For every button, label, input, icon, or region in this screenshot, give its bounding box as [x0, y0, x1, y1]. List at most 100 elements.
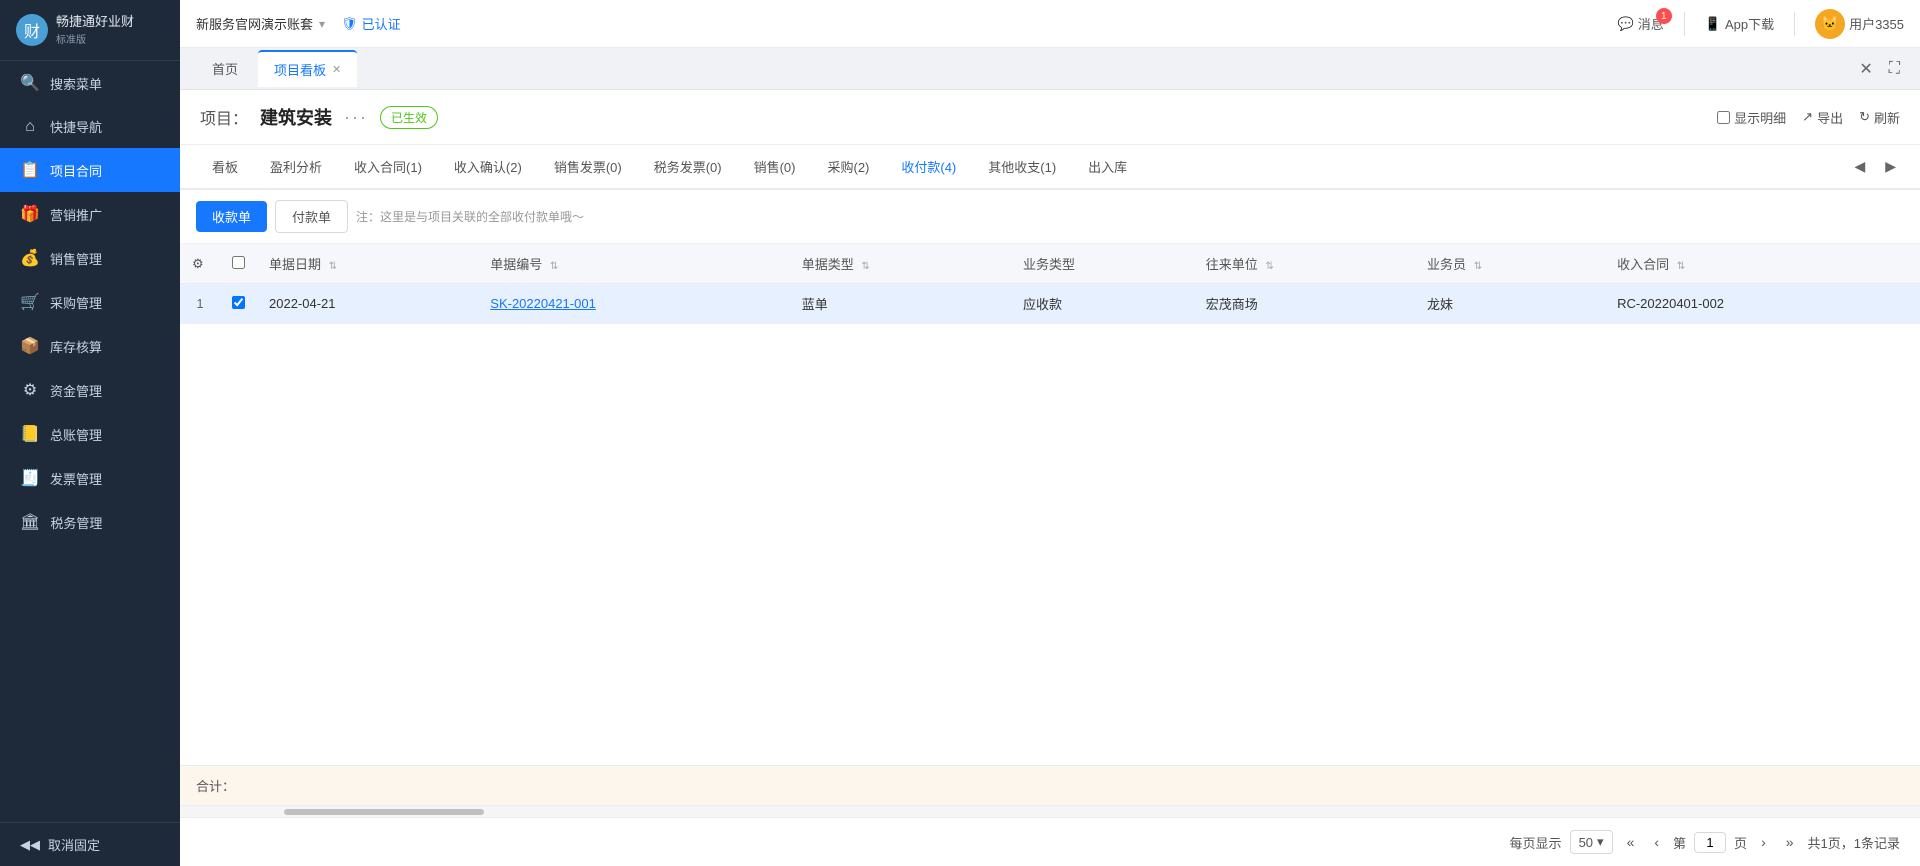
sub-tab-receipts[interactable]: 收付款(4)	[885, 145, 972, 190]
biz-type-header: 业务类型	[1011, 244, 1194, 284]
purchase-mgmt-icon: 🛒	[20, 292, 40, 312]
sales-mgmt-icon: 💰	[20, 248, 40, 268]
payments-button[interactable]: 付款单	[275, 200, 348, 233]
page-label: 第	[1673, 833, 1686, 852]
project-prefix: 项目：	[200, 105, 248, 129]
user-avatar: 🐱	[1815, 9, 1845, 39]
sidebar-item-fund-mgmt[interactable]: ⚙资金管理	[0, 368, 180, 412]
unpin-icon: ◀◀	[20, 837, 40, 853]
sidebar-item-ledger[interactable]: 📒总账管理	[0, 412, 180, 456]
sidebar-item-inventory[interactable]: 📦库存核算	[0, 324, 180, 368]
show-detail-checkbox[interactable]: 显示明细	[1717, 108, 1786, 127]
export-icon: ↗	[1802, 109, 1813, 125]
per-page-select[interactable]: 50 ▾	[1570, 830, 1613, 854]
fund-mgmt-icon: ⚙	[20, 380, 40, 400]
sub-tab-kanban[interactable]: 看板	[196, 145, 254, 190]
partner-header: 往来单位 ⇅	[1194, 244, 1415, 284]
shield-icon: 🛡	[341, 16, 358, 32]
number-sort-icon[interactable]: ⇅	[550, 261, 558, 272]
sidebar-item-project-contract[interactable]: 📋项目合同	[0, 148, 180, 192]
sidebar: 财 畅捷通好业财 标准版 🔍搜索菜单⌂快捷导航📋项目合同🎁营销推广💰销售管理🛒采…	[0, 0, 180, 866]
logo-icon: 财	[16, 14, 48, 46]
first-page-button[interactable]: «	[1621, 832, 1641, 852]
receipt-link[interactable]: SK-20220421-001	[490, 296, 596, 311]
sidebar-item-search[interactable]: 🔍搜索菜单	[0, 61, 180, 105]
topbar-project[interactable]: 新服务官网演示账套 ▾	[196, 14, 325, 33]
topbar-certified: 🛡 已认证	[341, 14, 401, 33]
settings-header[interactable]: ⚙	[180, 244, 220, 284]
scroll-thumb[interactable]	[284, 809, 484, 815]
sub-tab-prev-icon[interactable]: ◀	[1846, 154, 1873, 179]
row-partner: 宏茂商场	[1194, 284, 1415, 324]
prev-page-button[interactable]: ‹	[1648, 832, 1665, 852]
tab-expand-icon[interactable]: ⛶	[1885, 58, 1904, 80]
income-contract-sort-icon[interactable]: ⇅	[1677, 261, 1685, 272]
sub-tab-tax-invoice[interactable]: 税务发票(0)	[638, 145, 738, 190]
receipts-button[interactable]: 收款单	[196, 201, 267, 232]
sidebar-item-tax-mgmt[interactable]: 🏛税务管理	[0, 500, 180, 544]
sidebar-nav: 🔍搜索菜单⌂快捷导航📋项目合同🎁营销推广💰销售管理🛒采购管理📦库存核算⚙资金管理…	[0, 61, 180, 822]
tab-close-icon[interactable]: ✕	[332, 63, 341, 76]
receipts-table: ⚙ 单据日期 ⇅ 单据编号 ⇅	[180, 244, 1920, 324]
next-page-button[interactable]: ›	[1755, 832, 1772, 852]
sidebar-item-quick-nav[interactable]: ⌂快捷导航	[0, 105, 180, 148]
salesperson-sort-icon[interactable]: ⇅	[1474, 261, 1482, 272]
sub-tab-sales-invoice[interactable]: 销售发票(0)	[538, 145, 638, 190]
sub-tab-warehouse[interactable]: 出入库	[1072, 145, 1143, 190]
row-date: 2022-04-21	[257, 284, 478, 324]
sidebar-item-sales-mgmt[interactable]: 💰销售管理	[0, 236, 180, 280]
row-salesperson: 龙妹	[1415, 284, 1605, 324]
last-page-button[interactable]: »	[1780, 832, 1800, 852]
message-badge: 1	[1656, 8, 1672, 24]
pagination: 每页显示 50 ▾ « ‹ 第 页 › » 共1页，1条记录	[180, 817, 1920, 866]
user-button[interactable]: 🐱 用户3355	[1815, 9, 1904, 39]
tab-close-window-icon[interactable]: ✕	[1855, 57, 1876, 81]
more-actions-icon[interactable]: ···	[344, 107, 368, 128]
row-checkbox[interactable]	[220, 284, 257, 324]
refresh-button[interactable]: ↻ 刷新	[1859, 108, 1900, 127]
salesperson-header: 业务员 ⇅	[1415, 244, 1605, 284]
select-all-checkbox[interactable]	[232, 256, 245, 269]
partner-sort-icon[interactable]: ⇅	[1265, 261, 1273, 272]
topbar-divider	[1684, 12, 1685, 36]
sidebar-item-invoice-mgmt[interactable]: 🧾发票管理	[0, 456, 180, 500]
sub-tabs: 看板盈利分析收入合同(1)收入确认(2)销售发票(0)税务发票(0)销售(0)采…	[180, 145, 1920, 190]
tab-project-board[interactable]: 项目看板 ✕	[258, 50, 357, 87]
horizontal-scrollbar[interactable]	[180, 805, 1920, 817]
sidebar-item-purchase-mgmt[interactable]: 🛒采购管理	[0, 280, 180, 324]
sub-tab-next-icon[interactable]: ▶	[1877, 154, 1904, 179]
invoice-mgmt-icon: 🧾	[20, 468, 40, 488]
main-area: 新服务官网演示账套 ▾ 🛡 已认证 💬 消息 1 📱 App下载 🐱 用户335…	[180, 0, 1920, 866]
ledger-icon: 📒	[20, 424, 40, 444]
tab-home[interactable]: 首页	[196, 51, 254, 86]
date-sort-icon[interactable]: ⇅	[329, 261, 337, 272]
type-header: 单据类型 ⇅	[790, 244, 1011, 284]
date-header: 单据日期 ⇅	[257, 244, 478, 284]
sub-tab-income-confirm[interactable]: 收入确认(2)	[438, 145, 538, 190]
export-button[interactable]: ↗ 导出	[1802, 108, 1843, 127]
sidebar-unpin-button[interactable]: ◀◀ 取消固定	[0, 822, 180, 866]
sub-tab-income-contract[interactable]: 收入合同(1)	[338, 145, 438, 190]
sidebar-item-marketing[interactable]: 🎁营销推广	[0, 192, 180, 236]
app-download-button[interactable]: 📱 App下载	[1705, 14, 1774, 33]
message-button[interactable]: 💬 消息 1	[1618, 14, 1664, 33]
settings-icon[interactable]: ⚙	[192, 256, 204, 271]
sub-tab-purchase[interactable]: 采购(2)	[811, 145, 885, 190]
show-detail-input[interactable]	[1717, 111, 1730, 124]
page-number-input[interactable]	[1694, 832, 1726, 853]
sidebar-logo: 财 畅捷通好业财 标准版	[0, 0, 180, 61]
row-index: 1	[180, 284, 220, 324]
type-sort-icon[interactable]: ⇅	[861, 261, 869, 272]
row-number[interactable]: SK-20220421-001	[478, 284, 789, 324]
sub-tab-profit[interactable]: 盈利分析	[254, 145, 338, 190]
total-label: 共1页，1条记录	[1808, 833, 1900, 852]
checkbox-header[interactable]	[220, 244, 257, 284]
row-income-contract: RC-20220401-002	[1605, 284, 1920, 324]
sub-tab-other-expenses[interactable]: 其他收支(1)	[972, 145, 1072, 190]
sum-row: 合计：	[180, 765, 1920, 805]
table-row: 1 2022-04-21 SK-20220421-001 蓝单 应收款 宏茂商场…	[180, 284, 1920, 324]
row-select-checkbox[interactable]	[232, 296, 245, 309]
row-biz-type: 应收款	[1011, 284, 1194, 324]
topbar-right: 💬 消息 1 📱 App下载 🐱 用户3355	[1618, 9, 1904, 39]
sub-tab-sales[interactable]: 销售(0)	[738, 145, 812, 190]
